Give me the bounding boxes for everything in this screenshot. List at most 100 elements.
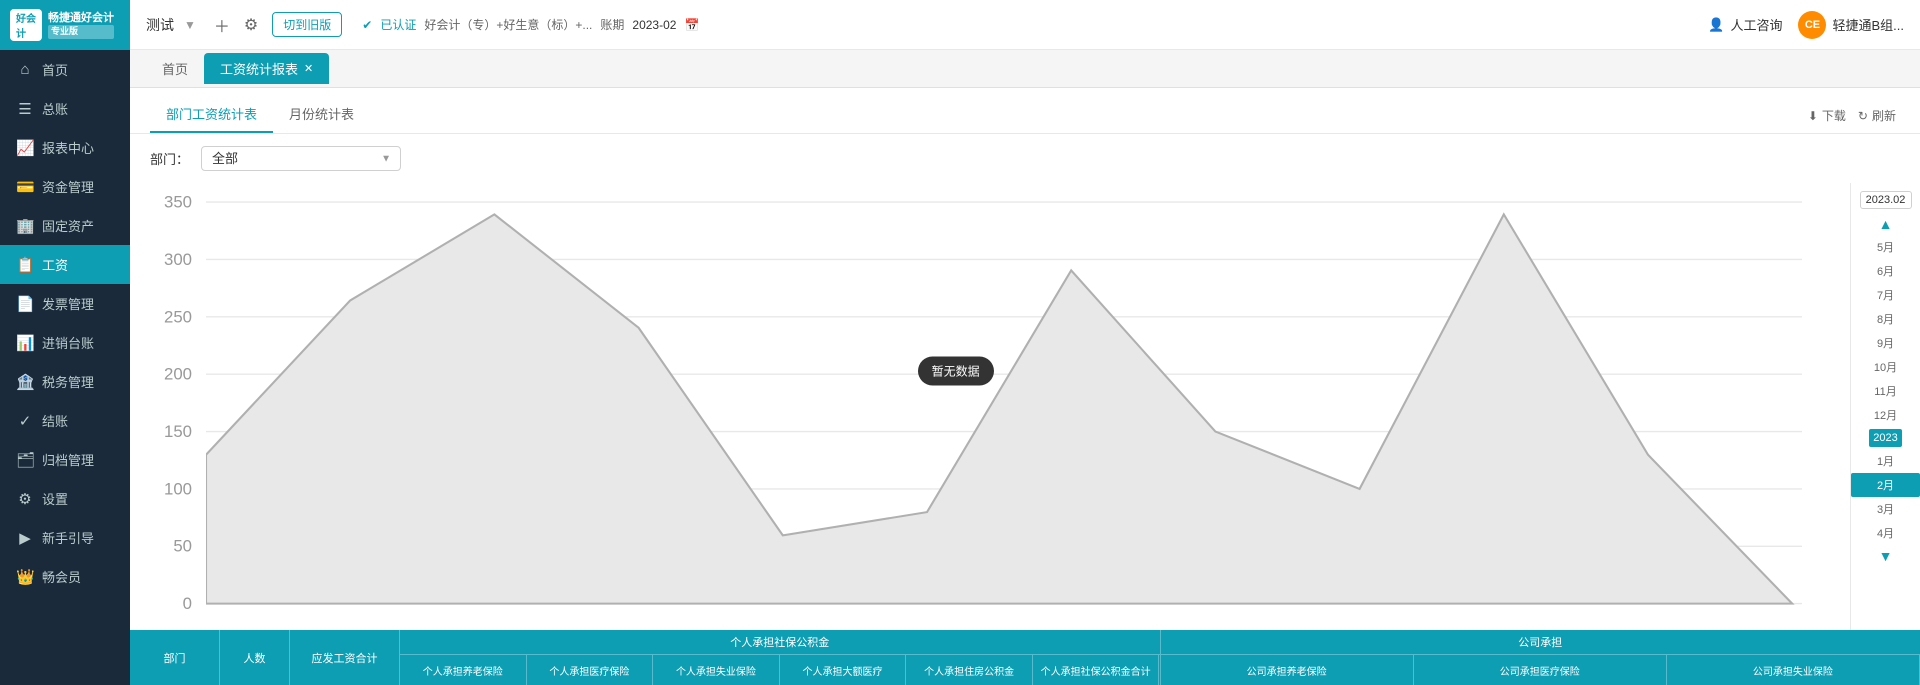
month-12[interactable]: 12月: [1851, 403, 1920, 427]
month-1[interactable]: 1月: [1851, 449, 1920, 473]
sub-tabs-left: 部门工资统计表 月份统计表: [150, 98, 370, 133]
sidebar-item-general-ledger[interactable]: ☰ 总账: [0, 89, 130, 128]
date-down-arrow[interactable]: ▼: [1876, 545, 1896, 567]
period-label: 账期: [600, 16, 624, 33]
tab-close-icon[interactable]: ✕: [304, 62, 313, 75]
sub-tab-monthly-label: 月份统计表: [289, 107, 354, 122]
fund-icon: 💳: [16, 178, 34, 196]
sidebar-item-home[interactable]: ⌂ 首页: [0, 50, 130, 89]
th-personal-pension: 个人承担养老保险: [400, 655, 527, 685]
refresh-btn[interactable]: ↻ 刷新: [1858, 107, 1896, 124]
salary-icon: 📋: [16, 256, 34, 274]
calendar-icon[interactable]: 📅: [684, 18, 699, 32]
month-6[interactable]: 6月: [1851, 259, 1920, 283]
topbar-status: ✔ 已认证 好会计（专）+好生意（标）+... 账期 2023-02 📅: [362, 16, 699, 33]
period-value: 2023-02: [632, 18, 676, 32]
date-input[interactable]: [1860, 191, 1912, 209]
sub-tabs: 部门工资统计表 月份统计表 ⬇ 下载 ↻ 刷新: [130, 88, 1920, 134]
service-icon: 👤: [1708, 17, 1724, 33]
month-3[interactable]: 3月: [1851, 497, 1920, 521]
sidebar-label-home: 首页: [42, 60, 68, 79]
sidebar-item-settlement[interactable]: ✓ 结账: [0, 401, 130, 440]
sidebar-item-fixed-assets[interactable]: 🏢 固定资产: [0, 206, 130, 245]
tabs-bar: 首页 工资统计报表 ✕: [130, 50, 1920, 88]
th-personal-total: 个人承担社保公积金合计: [1033, 655, 1160, 685]
sidebar-label-sales: 进销台账: [42, 333, 94, 352]
month-9[interactable]: 9月: [1851, 331, 1920, 355]
dept-select-wrapper: 全部 销售部 财务部 人事部 技术部: [201, 146, 401, 171]
user-service[interactable]: 👤 人工咨询: [1708, 15, 1782, 34]
date-up-arrow[interactable]: ▲: [1876, 213, 1896, 235]
sales-icon: 📊: [16, 334, 34, 352]
guide-icon: ▶: [16, 529, 34, 547]
chart-container: 350 300 250 200 150 100 50 0: [130, 183, 1850, 630]
sub-tab-dept-salary[interactable]: 部门工资统计表: [150, 98, 273, 133]
month-2[interactable]: 2月: [1851, 473, 1920, 497]
switch-to-old-btn[interactable]: 切到旧版: [272, 12, 342, 37]
user-avatar-area[interactable]: CE 轻捷通B组...: [1798, 11, 1904, 39]
status-items: 好会计（专）+好生意（标）+...: [424, 16, 592, 33]
th-people-label: 人数: [244, 650, 266, 666]
user-avatar: CE: [1798, 11, 1826, 39]
assets-icon: 🏢: [16, 217, 34, 235]
th-dept: 部门: [130, 630, 220, 685]
topbar-right: 👤 人工咨询 CE 轻捷通B组...: [1708, 11, 1904, 39]
sidebar-item-salary[interactable]: 📋 工资: [0, 245, 130, 284]
table-header: 部门 人数 应发工资合计 个人承担社保公积金 个人承担养老保险 个人承担医疗保险…: [130, 630, 1920, 685]
sidebar-label-settings: 设置: [42, 489, 68, 508]
sidebar-logo: 好会计 畅捷通好会计 专业版: [0, 0, 130, 50]
invoice-icon: 📄: [16, 295, 34, 313]
user-name: 轻捷通B组...: [1832, 15, 1904, 34]
dept-select[interactable]: 全部 销售部 财务部 人事部 技术部: [201, 146, 401, 171]
member-icon: 👑: [16, 568, 34, 586]
month-10[interactable]: 10月: [1851, 355, 1920, 379]
filter-bar: 部门： 全部 销售部 财务部 人事部 技术部: [130, 134, 1920, 183]
tab-home-label: 首页: [162, 59, 188, 78]
th-personal-group: 个人承担社保公积金 个人承担养老保险 个人承担医疗保险 个人承担失业保险 个人承…: [400, 630, 1161, 685]
month-4[interactable]: 4月: [1851, 521, 1920, 545]
no-data-tooltip: 暂无数据: [918, 356, 994, 385]
sidebar-item-guide[interactable]: ▶ 新手引导: [0, 518, 130, 557]
no-data-text: 暂无数据: [932, 364, 980, 378]
sidebar-label-report: 报表中心: [42, 138, 94, 157]
sidebar-label-member: 畅会员: [42, 567, 81, 586]
th-people: 人数: [220, 630, 290, 685]
topbar-settings-icon[interactable]: ⚙: [240, 11, 262, 39]
sidebar-label-archive: 归档管理: [42, 450, 94, 469]
refresh-icon: ↻: [1858, 109, 1868, 123]
month-5[interactable]: 5月: [1851, 235, 1920, 259]
svg-text:350: 350: [164, 193, 192, 212]
tab-salary-report[interactable]: 工资统计报表 ✕: [204, 53, 329, 84]
month-7[interactable]: 7月: [1851, 283, 1920, 307]
topbar-dropdown-arrow[interactable]: ▼: [184, 18, 196, 32]
sidebar-item-report-center[interactable]: 📈 报表中心: [0, 128, 130, 167]
svg-text:100: 100: [164, 480, 192, 499]
home-icon: ⌂: [16, 61, 34, 78]
th-company-group: 公司承担 公司承担养老保险 公司承担医疗保险 公司承担失业保险: [1161, 630, 1920, 685]
sidebar-item-settings[interactable]: ⚙ 设置: [0, 479, 130, 518]
sidebar-item-sales-ledger[interactable]: 📊 进销台账: [0, 323, 130, 362]
topbar-add-icon[interactable]: ＋: [210, 9, 234, 41]
main-area: 测试 ▼ ＋ ⚙ 切到旧版 ✔ 已认证 好会计（专）+好生意（标）+... 账期…: [130, 0, 1920, 685]
sidebar-item-tax[interactable]: 🏦 税务管理: [0, 362, 130, 401]
sidebar-item-invoice[interactable]: 📄 发票管理: [0, 284, 130, 323]
th-personal-medical: 个人承担医疗保险: [527, 655, 654, 685]
month-8[interactable]: 8月: [1851, 307, 1920, 331]
th-personal-housing-fund: 个人承担住房公积金: [906, 655, 1033, 685]
logo-icon: 好会计: [10, 9, 42, 41]
year-2023[interactable]: 2023: [1869, 429, 1901, 447]
tab-home[interactable]: 首页: [146, 53, 204, 84]
sub-tab-monthly[interactable]: 月份统计表: [273, 98, 370, 133]
status-certified: 已认证: [380, 16, 416, 33]
sidebar-item-archive[interactable]: 🗂 归档管理: [0, 440, 130, 479]
sidebar-item-fund-management[interactable]: 💳 资金管理: [0, 167, 130, 206]
topbar: 测试 ▼ ＋ ⚙ 切到旧版 ✔ 已认证 好会计（专）+好生意（标）+... 账期…: [130, 0, 1920, 50]
topbar-actions: ＋ ⚙: [210, 9, 262, 41]
month-11[interactable]: 11月: [1851, 379, 1920, 403]
sidebar-item-member[interactable]: 👑 畅会员: [0, 557, 130, 596]
logo-text: 畅捷通好会计 专业版: [48, 11, 114, 39]
download-btn[interactable]: ⬇ 下载: [1808, 107, 1846, 124]
download-icon: ⬇: [1808, 109, 1818, 123]
settings-icon: ⚙: [16, 490, 34, 508]
archive-icon: 🗂: [16, 451, 34, 469]
